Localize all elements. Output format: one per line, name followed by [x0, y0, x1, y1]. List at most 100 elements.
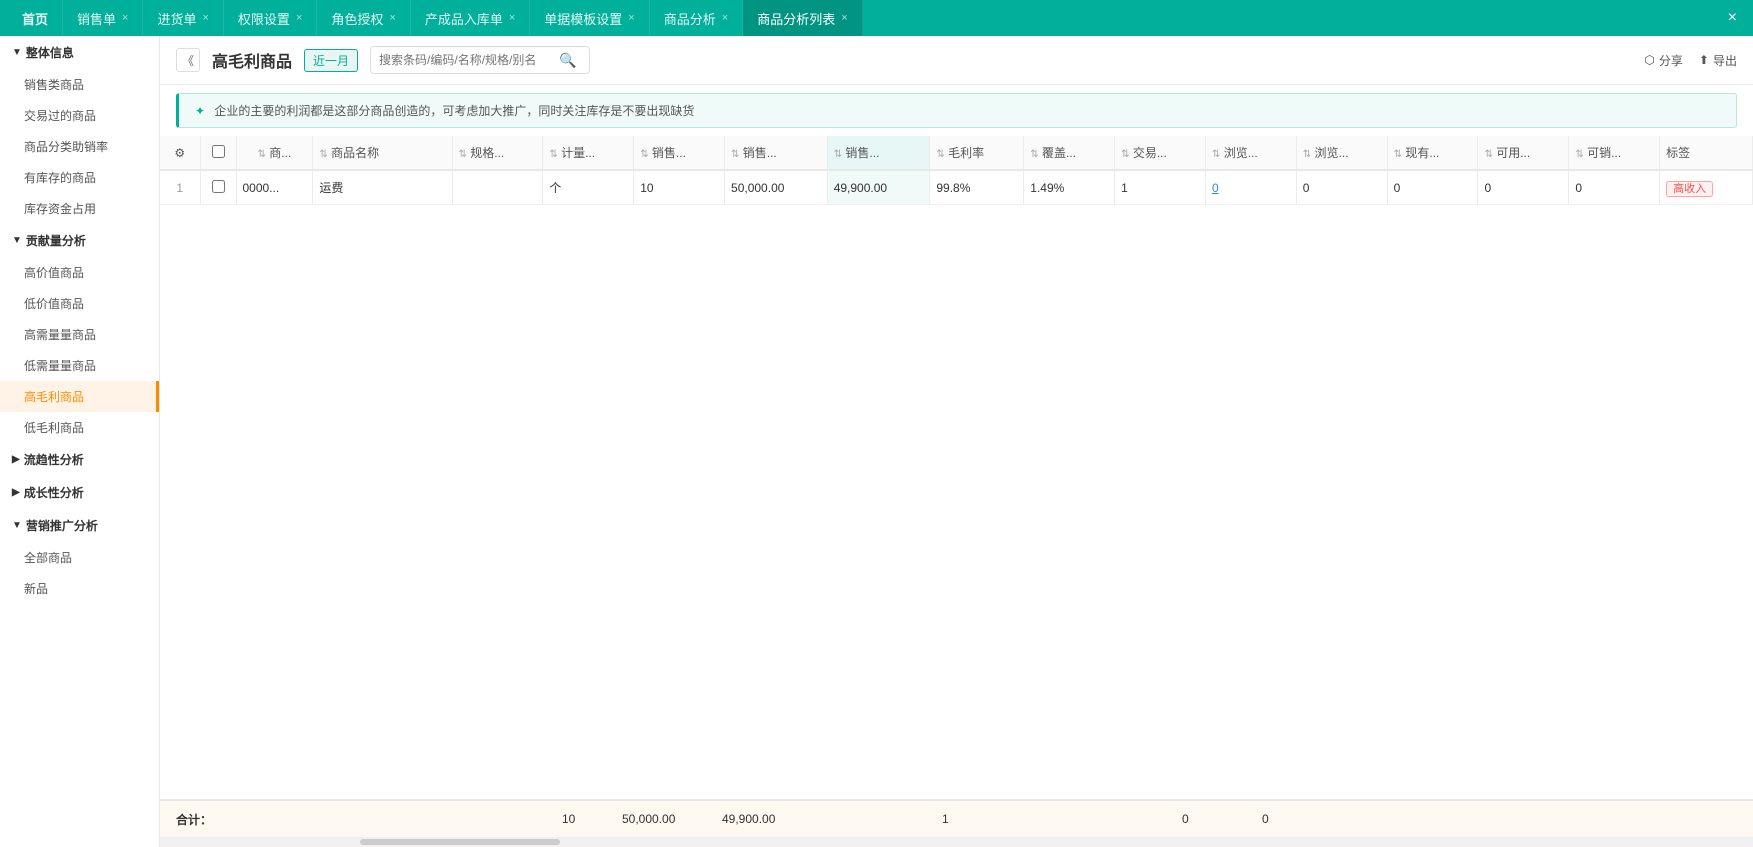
sidebar-collapse-button[interactable]: 《 [176, 48, 200, 72]
col-transaction[interactable]: ⇅ 交易... [1115, 136, 1206, 170]
sort-icon-sales-qty: ⇅ [640, 149, 648, 160]
tab-purchase-order[interactable]: 进货单 × [143, 0, 223, 36]
collapse-arrow-trend: ▶ [12, 454, 20, 465]
sidebar-item-all-goods[interactable]: 全部商品 [0, 542, 159, 573]
cell-checkbox[interactable] [200, 170, 236, 205]
col-sales-profit[interactable]: ⇅ 销售... [827, 136, 930, 170]
sidebar-item-high-margin[interactable]: 高毛利商品 [0, 381, 159, 412]
footer-spacer2 [816, 812, 936, 826]
tab-product-inbound[interactable]: 产成品入库单 × [411, 0, 530, 36]
col-code[interactable]: ⇅ 商... [236, 136, 313, 170]
tab-template-settings[interactable]: 单据模板设置 × [530, 0, 649, 36]
close-tab-product-inbound[interactable]: × [509, 12, 515, 24]
footer-sales-qty: 10 [556, 812, 616, 826]
sidebar-item-new-goods[interactable]: 新品 [0, 573, 159, 604]
search-icon[interactable]: 🔍 [559, 52, 576, 69]
sidebar-item-high-demand[interactable]: 高需量量商品 [0, 319, 159, 350]
col-index[interactable]: ⚙ [160, 136, 200, 170]
sidebar-group-growth[interactable]: ▶ 成长性分析 [0, 476, 159, 509]
col-tag[interactable]: 标签 [1660, 136, 1753, 170]
tab-home[interactable]: 首页 [8, 0, 63, 36]
select-all-checkbox[interactable] [212, 145, 225, 158]
content-header: 《 高毛利商品 近一月 🔍 ⬡ 分享 ⬆ 导出 [160, 36, 1753, 85]
sidebar-group-contribution[interactable]: ▼ 贡献量分析 [0, 224, 159, 257]
header-actions: ⬡ 分享 ⬆ 导出 [1644, 52, 1737, 69]
export-button[interactable]: ⬆ 导出 [1699, 52, 1737, 69]
info-banner: ✦ 企业的主要的利润都是这部分商品创造的，可考虑加大推广，同时关注库存是不要出现… [176, 93, 1737, 128]
cell-name[interactable]: 运费 [313, 170, 452, 205]
cell-coverage: 1.49% [1024, 170, 1115, 205]
sidebar-item-traded-goods[interactable]: 交易过的商品 [0, 100, 159, 131]
col-gross-margin[interactable]: ⇅ 毛利率 [930, 136, 1024, 170]
footer-cell-spacer [236, 812, 556, 826]
close-window-button[interactable]: × [1720, 9, 1745, 27]
tab-permission-settings[interactable]: 权限设置 × [224, 0, 317, 36]
collapse-arrow-growth: ▶ [12, 487, 20, 498]
cell-available: 0 [1478, 170, 1569, 205]
col-coverage[interactable]: ⇅ 覆盖... [1024, 136, 1115, 170]
col-checkbox[interactable] [200, 136, 236, 170]
tab-role-auth[interactable]: 角色授权 × [317, 0, 410, 36]
sidebar-item-in-stock-goods[interactable]: 有库存的商品 [0, 162, 159, 193]
close-tab-permission-settings[interactable]: × [296, 12, 302, 24]
sidebar-item-stock-fund[interactable]: 库存资金占用 [0, 193, 159, 224]
sidebar-group-overall[interactable]: ▼ 整体信息 [0, 36, 159, 69]
cell-code[interactable]: 0000... [236, 170, 313, 205]
col-unit[interactable]: ⇅ 计量... [543, 136, 634, 170]
col-browse1[interactable]: ⇅ 浏览... [1205, 136, 1296, 170]
collapse-arrow-marketing: ▼ [12, 520, 22, 531]
sidebar-group-trend[interactable]: ▶ 流趋性分析 [0, 443, 159, 476]
page-title: 高毛利商品 [212, 48, 292, 72]
table-wrapper[interactable]: ⚙ ⇅ 商... ⇅ 商品名称 [160, 136, 1753, 799]
col-browse2[interactable]: ⇅ 浏览... [1296, 136, 1387, 170]
close-tab-sales-order[interactable]: × [122, 12, 128, 24]
close-tab-product-analysis[interactable]: × [722, 12, 728, 24]
sort-icon-spec: ⇅ [459, 149, 467, 160]
cell-unit: 个 [543, 170, 634, 205]
collapse-arrow-overall: ▼ [12, 47, 22, 58]
col-saleable[interactable]: ⇅ 可销... [1569, 136, 1660, 170]
sidebar-item-low-value[interactable]: 低价值商品 [0, 288, 159, 319]
close-tab-role-auth[interactable]: × [389, 12, 395, 24]
cell-browse2: 0 [1296, 170, 1387, 205]
close-tab-product-analysis-list[interactable]: × [841, 12, 847, 24]
col-sales-amount[interactable]: ⇅ 销售... [725, 136, 828, 170]
sidebar-item-low-margin[interactable]: 低毛利商品 [0, 412, 159, 443]
sort-icon-browse2: ⇅ [1303, 149, 1311, 160]
col-available[interactable]: ⇅ 可用... [1478, 136, 1569, 170]
sort-icon-coverage: ⇅ [1030, 149, 1038, 160]
col-sales-qty[interactable]: ⇅ 销售... [634, 136, 725, 170]
sidebar-item-low-demand[interactable]: 低需量量商品 [0, 350, 159, 381]
footer-sales-amount: 50,000.00 [616, 812, 716, 826]
cell-index: 1 [160, 170, 200, 205]
cell-transaction: 1 [1115, 170, 1206, 205]
cell-sales-amount: 50,000.00 [725, 170, 828, 205]
cell-browse1[interactable]: 0 [1205, 170, 1296, 205]
search-input[interactable] [379, 53, 559, 67]
cell-current-stock: 0 [1387, 170, 1478, 205]
horizontal-scrollbar[interactable] [160, 837, 1753, 847]
browse1-link[interactable]: 0 [1212, 181, 1219, 195]
col-spec[interactable]: ⇅ 规格... [452, 136, 543, 170]
scrollbar-thumb[interactable] [360, 839, 560, 845]
tab-product-analysis[interactable]: 商品分析 × [650, 0, 743, 36]
col-current-stock[interactable]: ⇅ 现有... [1387, 136, 1478, 170]
top-navigation: 首页 销售单 × 进货单 × 权限设置 × 角色授权 × 产成品入库单 × 单据… [0, 0, 1753, 36]
sidebar-item-sales-goods[interactable]: 销售类商品 [0, 69, 159, 100]
share-icon: ⬡ [1644, 53, 1654, 67]
filter-period-button[interactable]: 近一月 [304, 49, 358, 72]
row-checkbox[interactable] [212, 180, 225, 193]
cell-sales-qty: 10 [634, 170, 725, 205]
close-tab-template-settings[interactable]: × [628, 12, 634, 24]
sidebar-item-category-sales-rate[interactable]: 商品分类助销率 [0, 131, 159, 162]
share-button[interactable]: ⬡ 分享 [1644, 52, 1683, 69]
sidebar-item-high-value[interactable]: 高价值商品 [0, 257, 159, 288]
footer-label: 合计： [176, 811, 236, 828]
tab-product-analysis-list[interactable]: 商品分析列表 × [743, 0, 862, 36]
sidebar-group-marketing[interactable]: ▼ 营销推广分析 [0, 509, 159, 542]
close-tab-purchase-order[interactable]: × [202, 12, 208, 24]
table-row[interactable]: 1 0000... 运费 个 10 50,000.00 49,900.00 99… [160, 170, 1753, 205]
settings-icon[interactable]: ⚙ [174, 146, 185, 160]
tab-sales-order[interactable]: 销售单 × [63, 0, 143, 36]
col-name[interactable]: ⇅ 商品名称 [313, 136, 452, 170]
